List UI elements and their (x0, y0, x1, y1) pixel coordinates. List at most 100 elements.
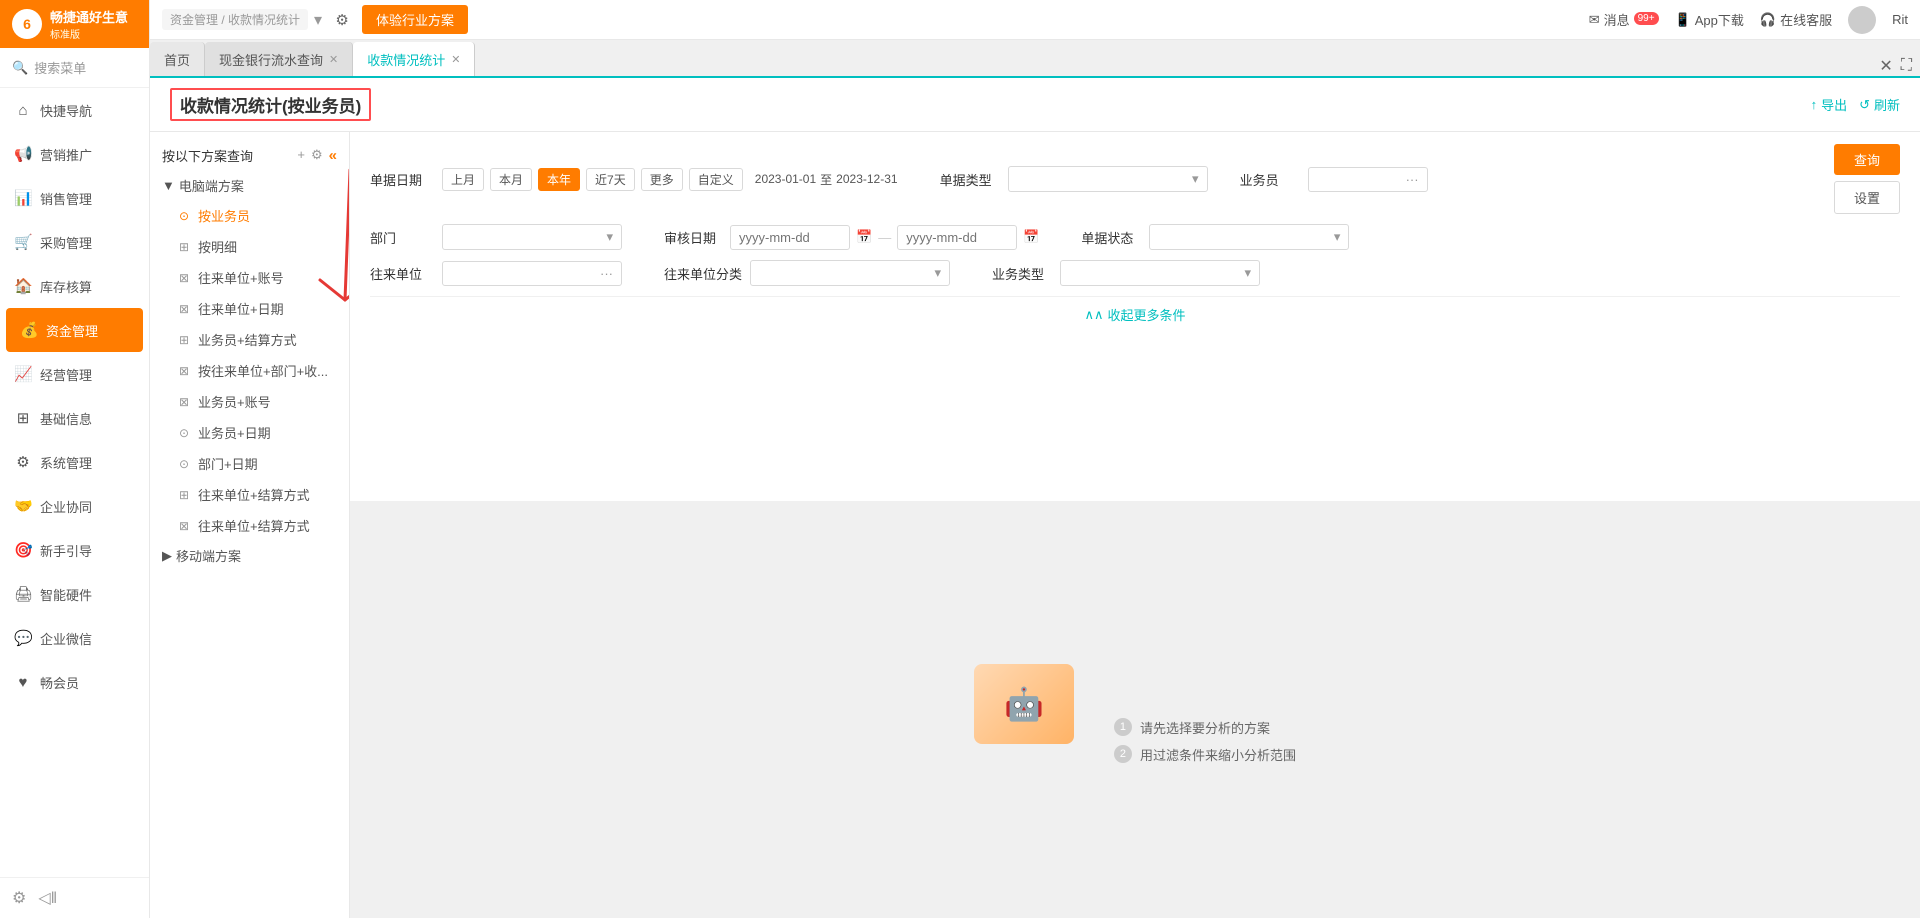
export-btn[interactable]: ↑ 导出 (1811, 95, 1848, 114)
dept-select[interactable]: ▾ (442, 224, 622, 250)
date-btn-last-month[interactable]: 上月 (442, 168, 484, 191)
tab-close-receipt[interactable]: ✕ (451, 53, 460, 66)
review-date-to[interactable] (897, 225, 1017, 250)
scheme-item-label: 业务员+结算方式 (198, 330, 297, 349)
bottom-empty-area: 🤖 1 请先选择要分析的方案 2 用过滤条件来缩小分析范围 (350, 501, 1920, 918)
salesman-select[interactable]: ··· (1308, 167, 1428, 192)
biz-type-select[interactable]: ▾ (1060, 260, 1260, 286)
sidebar: 6 畅捷通好生意 标准版 🔍 搜索菜单 ⌂ 快捷导航 📢 营销推广 📊 销售管理… (0, 0, 150, 918)
scheme-item-partner-date[interactable]: ⊠ 往来单位+日期 (150, 293, 349, 324)
sidebar-bottom: ⚙ ◁‖ (0, 877, 149, 918)
scheme-item-label: 业务员+日期 (198, 423, 271, 442)
scheme-item-detail[interactable]: ⊞ 按明细 (150, 231, 349, 262)
group-collapse-icon: ▼ (162, 178, 175, 193)
dept-label: 部门 (370, 228, 430, 247)
page-header: 收款情况统计(按业务员) ↑ 导出 ↺ 刷新 (150, 78, 1920, 132)
scheme-settings-btn[interactable]: ⚙ (311, 147, 323, 164)
message-icon: ✉ (1589, 12, 1600, 28)
date-btn-last-7-days[interactable]: 近7天 (586, 168, 635, 191)
scheme-item-salesman-date[interactable]: ⊙ 业务员+日期 (150, 417, 349, 448)
scheme-item-dept-date[interactable]: ⊙ 部门+日期 (150, 448, 349, 479)
filter-row-1: 单据日期 上月 本月 本年 近7天 更多 自定义 2023-01-01 至 20… (370, 144, 1900, 214)
main-content: 收款情况统计(按业务员) ↑ 导出 ↺ 刷新 按以下方案查询 + ⚙ « (150, 78, 1920, 918)
sales-icon: 📊 (14, 189, 32, 207)
sidebar-search[interactable]: 🔍 搜索菜单 (0, 48, 149, 88)
sidebar-item-quicknav[interactable]: ⌂ 快捷导航 (0, 88, 149, 132)
online-service-btn[interactable]: 🎧 在线客服 (1760, 10, 1832, 29)
tab-expand-icon[interactable]: ⛶ (1901, 57, 1912, 75)
sidebar-item-hardware[interactable]: 🖨 智能硬件 (0, 572, 149, 616)
sidebar-item-sales[interactable]: 📊 销售管理 (0, 176, 149, 220)
scheme-item-partner-dept[interactable]: ⊠ 按往来单位+部门+收... (150, 355, 349, 386)
review-date-icon-to: 📅 (1023, 229, 1039, 245)
sidebar-item-basic[interactable]: ⊞ 基础信息 (0, 396, 149, 440)
home-tab-label: 首页 (164, 50, 190, 69)
scheme-item-label: 按往来单位+部门+收... (198, 361, 328, 380)
doc-type-select[interactable]: ▾ (1008, 166, 1208, 192)
scheme-item-salesman-settle[interactable]: ⊞ 业务员+结算方式 (150, 324, 349, 355)
breadcrumb-dropdown-icon[interactable]: ▾ (314, 10, 322, 30)
partner-type-label: 往来单位分类 (664, 264, 742, 283)
query-btn[interactable]: 查询 (1834, 144, 1900, 175)
scheme-item-partner-settle2[interactable]: ⊠ 往来单位+结算方式 (150, 510, 349, 541)
tab-close-all-icon[interactable]: ✕ (1879, 56, 1892, 76)
tab-close-bank[interactable]: ✕ (329, 53, 338, 66)
hint-text-1: 请先选择要分析的方案 (1140, 718, 1270, 737)
hint-text-2: 用过滤条件来缩小分析范围 (1140, 745, 1296, 764)
review-date-from[interactable] (730, 225, 850, 250)
settings-btn[interactable]: 设置 (1834, 181, 1900, 214)
partner-more: ··· (600, 266, 613, 281)
collapse-sidebar-icon[interactable]: ◁‖ (38, 888, 57, 908)
collapse-scheme-btn[interactable]: « (329, 147, 337, 164)
sidebar-item-purchase[interactable]: 🛒 采购管理 (0, 220, 149, 264)
tab-bank-flow[interactable]: 现金银行流水查询 ✕ (205, 42, 353, 76)
date-btn-more[interactable]: 更多 (641, 168, 683, 191)
partner-label: 往来单位 (370, 264, 430, 283)
settings-bottom-icon[interactable]: ⚙ (12, 888, 26, 908)
sidebar-item-enterprise[interactable]: 🤝 企业协同 (0, 484, 149, 528)
date-btn-this-month[interactable]: 本月 (490, 168, 532, 191)
header-gear-button[interactable]: ⚙ (328, 6, 356, 34)
add-scheme-btn[interactable]: + (297, 147, 305, 164)
right-actions: ✉ 消息 99+ 📱 App下载 🎧 在线客服 Rit (1589, 6, 1908, 34)
nav-label: 企业微信 (40, 629, 92, 648)
nav-label: 企业协同 (40, 497, 92, 516)
date-btn-custom[interactable]: 自定义 (689, 168, 743, 191)
sidebar-item-operation[interactable]: 📈 经营管理 (0, 352, 149, 396)
nav-label: 经营管理 (40, 365, 92, 384)
scheme-item-partner-account[interactable]: ⊠ 往来单位+账号 (150, 262, 349, 293)
logo-icon: 6 (12, 9, 42, 39)
bank-flow-tab-label: 现金银行流水查询 (219, 50, 323, 69)
scheme-group-mobile[interactable]: ▶ 移动端方案 (150, 541, 349, 570)
empty-illustration: 🤖 (974, 664, 1074, 744)
scheme-item-label: 往来单位+结算方式 (198, 485, 310, 504)
collapse-bar[interactable]: ∧∧ 收起更多条件 (370, 296, 1900, 332)
sidebar-item-guide[interactable]: 🎯 新手引导 (0, 528, 149, 572)
user-avatar[interactable] (1848, 6, 1876, 34)
nav-label: 销售管理 (40, 189, 92, 208)
refresh-btn[interactable]: ↺ 刷新 (1859, 95, 1900, 114)
sidebar-nav: ⌂ 快捷导航 📢 营销推广 📊 销售管理 🛒 采购管理 🏠 库存核算 💰 资金管… (0, 88, 149, 877)
empty-content: 🤖 1 请先选择要分析的方案 2 用过滤条件来缩小分析范围 (974, 664, 1296, 764)
tab-receipt-stats[interactable]: 收款情况统计 ✕ (353, 42, 475, 76)
messages-btn[interactable]: ✉ 消息 99+ (1589, 10, 1659, 29)
scheme-item-salesman-account[interactable]: ⊠ 业务员+账号 (150, 386, 349, 417)
sidebar-item-wechat[interactable]: 💬 企业微信 (0, 616, 149, 660)
sidebar-item-inventory[interactable]: 🏠 库存核算 (0, 264, 149, 308)
sidebar-item-marketing[interactable]: 📢 营销推广 (0, 132, 149, 176)
scheme-group-desktop[interactable]: ▼ 电脑端方案 (150, 171, 349, 200)
partner-type-select[interactable]: ▾ (750, 260, 950, 286)
app-download-btn[interactable]: 📱 App下载 (1675, 10, 1744, 29)
member-icon: ♥ (14, 674, 32, 691)
scheme-item-label: 按明细 (198, 237, 237, 256)
partner-select[interactable]: ··· (442, 261, 622, 286)
sidebar-item-member[interactable]: ♥ 畅会员 (0, 660, 149, 704)
scheme-item-partner-settle1[interactable]: ⊞ 往来单位+结算方式 (150, 479, 349, 510)
scheme-item-salesman[interactable]: ⊙ 按业务员 (150, 200, 349, 231)
sidebar-item-funds[interactable]: 💰 资金管理 (6, 308, 143, 352)
sidebar-item-system[interactable]: ⚙ 系统管理 (0, 440, 149, 484)
trial-btn[interactable]: 体验行业方案 (362, 5, 468, 34)
tab-home[interactable]: 首页 (150, 42, 205, 76)
date-btn-this-year[interactable]: 本年 (538, 168, 580, 191)
doc-status-select[interactable]: ▾ (1149, 224, 1349, 250)
